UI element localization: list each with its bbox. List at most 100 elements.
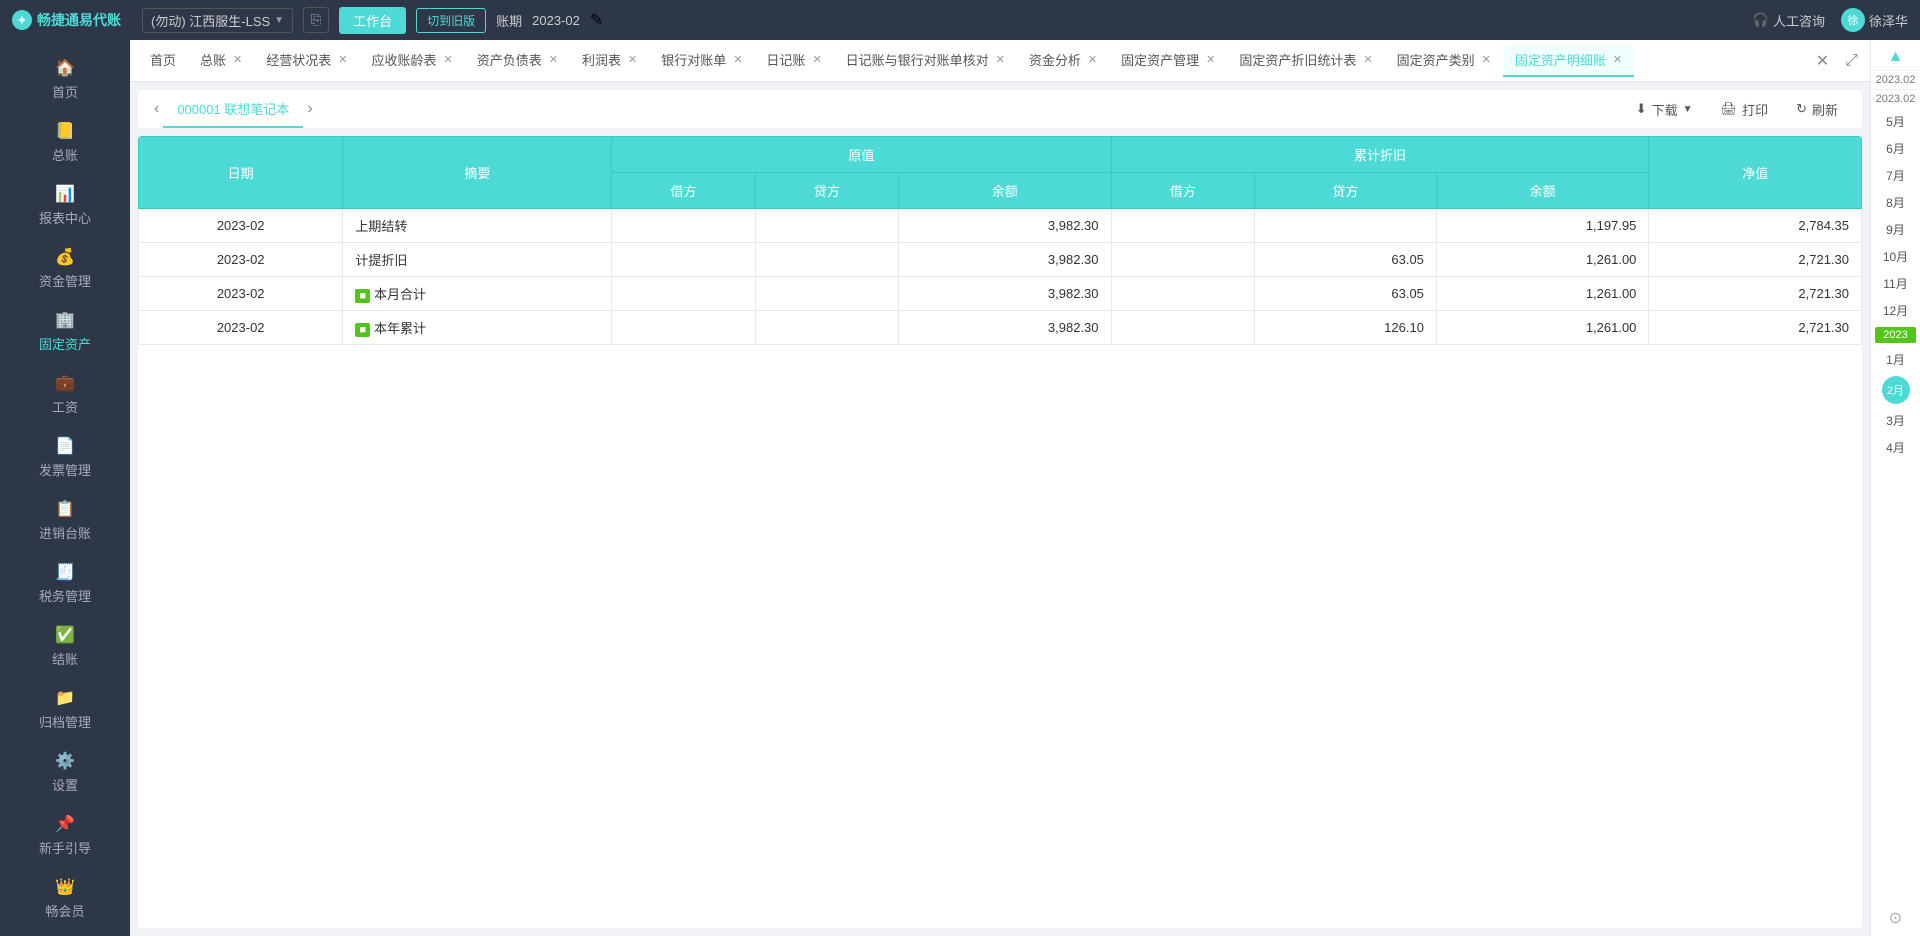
cell-balance: 3,982.30 [899, 311, 1112, 345]
tab-label: 银行对账单 [661, 50, 726, 69]
row-tag: ■ [355, 323, 370, 337]
tab-fixed-cat[interactable]: 固定资产类别 ✕ [1385, 45, 1503, 77]
sidebar-item-capital[interactable]: 💰 资金管理 [0, 237, 130, 300]
service-button[interactable]: 🎧 人工咨询 [1753, 11, 1825, 30]
month-12[interactable]: 12月 [1871, 297, 1920, 324]
sub-tab-prev[interactable]: ‹ [150, 100, 163, 118]
sidebar-item-general[interactable]: 📒 总账 [0, 111, 130, 174]
sidebar-item-invoice[interactable]: 📄 发票管理 [0, 426, 130, 489]
tab-close-icon[interactable]: ✕ [812, 53, 821, 66]
user-name: 徐泽华 [1869, 11, 1908, 30]
sidebar-item-salary[interactable]: 💼 工资 [0, 363, 130, 426]
sub-tab-row: ‹ 000001 联想笔记本 › ⬇ 下载 ▼ 🖨 打印 [138, 90, 1862, 128]
sidebar-item-purchase[interactable]: 📋 进销台账 [0, 489, 130, 552]
sidebar-item-member[interactable]: 👑 畅会员 [0, 867, 130, 930]
workbench-button[interactable]: 工作台 [339, 7, 406, 34]
sidebar-item-fixed[interactable]: 🏢 固定资产 [0, 300, 130, 363]
tab-fixed-mgmt[interactable]: 固定资产管理 ✕ [1109, 45, 1227, 77]
sidebar-item-settle[interactable]: ✅ 结账 [0, 615, 130, 678]
sidebar-item-home[interactable]: 🏠 首页 [0, 48, 130, 111]
tab-home[interactable]: 首页 [138, 45, 188, 77]
tab-close-icon[interactable]: ✕ [1088, 53, 1097, 66]
user-menu[interactable]: 徐 徐泽华 [1841, 8, 1908, 32]
purchase-icon: 📋 [55, 499, 75, 519]
month-7[interactable]: 7月 [1871, 162, 1920, 189]
tab-fixed-detail[interactable]: 固定资产明细账 ✕ [1503, 45, 1634, 77]
tab-balance[interactable]: 资产负债表 ✕ [465, 45, 570, 77]
sidebar-item-archive[interactable]: 📁 归档管理 [0, 678, 130, 741]
row-tag: ■ [355, 289, 370, 303]
cell-dep-credit: 126.10 [1254, 311, 1436, 345]
sub-tab-next[interactable]: › [303, 100, 316, 118]
tab-close-icon[interactable]: ✕ [1613, 53, 1622, 66]
tab-profit[interactable]: 利润表 ✕ [570, 45, 649, 77]
tab-close-icon[interactable]: ✕ [338, 53, 347, 66]
month-5[interactable]: 5月 [1871, 108, 1920, 135]
sidebar-item-label: 资金管理 [39, 271, 91, 290]
print-button[interactable]: 🖨 打印 [1713, 96, 1777, 123]
header-dep-balance: 余额 [1436, 173, 1649, 209]
sidebar-item-reports[interactable]: 📊 报表中心 [0, 174, 130, 237]
month-6[interactable]: 6月 [1871, 135, 1920, 162]
period-edit-icon[interactable]: ✎ [590, 10, 603, 30]
month-4[interactable]: 4月 [1871, 434, 1920, 461]
close-all-tabs-icon[interactable]: ✕ [1812, 49, 1833, 73]
chevron-down-icon: ▼ [274, 15, 284, 26]
tab-close-icon[interactable]: ✕ [628, 53, 637, 66]
cell-credit [755, 311, 898, 345]
sidebar-item-label: 税务管理 [39, 586, 91, 605]
cell-dep-credit [1254, 209, 1436, 243]
sidebar-item-guide[interactable]: 📌 新手引导 [0, 804, 130, 867]
sub-tab-asset[interactable]: 000001 联想笔记本 [163, 90, 303, 128]
tab-label: 固定资产折旧统计表 [1239, 50, 1356, 69]
cell-dep-debit [1111, 209, 1254, 243]
scroll-toggle-icon[interactable]: ⊙ [1885, 904, 1906, 932]
company-selector[interactable]: (勿动) 江西服生-LSS ▼ [142, 8, 293, 33]
month-11[interactable]: 11月 [1871, 270, 1920, 297]
tab-close-icon[interactable]: ✕ [444, 53, 453, 66]
tab-journal[interactable]: 日记账 ✕ [754, 45, 833, 77]
download-button[interactable]: ⬇ 下载 ▼ [1628, 96, 1701, 123]
month-3[interactable]: 3月 [1871, 407, 1920, 434]
month-8[interactable]: 8月 [1871, 189, 1920, 216]
tab-bank[interactable]: 银行对账单 ✕ [649, 45, 754, 77]
month-1[interactable]: 1月 [1871, 346, 1920, 373]
sidebar-item-label: 结账 [52, 649, 78, 668]
tab-general[interactable]: 总账 ✕ [188, 45, 254, 77]
tab-close-icon[interactable]: ✕ [1206, 53, 1215, 66]
cell-dep-credit: 63.05 [1254, 243, 1436, 277]
tab-fixed-dep[interactable]: 固定资产折旧统计表 ✕ [1227, 45, 1384, 77]
tab-close-icon[interactable]: ✕ [996, 53, 1005, 66]
cell-dep-balance: 1,197.95 [1436, 209, 1649, 243]
tab-close-icon[interactable]: ✕ [549, 53, 558, 66]
year-header-2023-1: 2023.02 [1871, 70, 1920, 89]
month-10[interactable]: 10月 [1871, 243, 1920, 270]
tab-close-icon[interactable]: ✕ [233, 53, 242, 66]
old-version-button[interactable]: 切到旧版 [416, 8, 486, 33]
cell-dep-debit [1111, 311, 1254, 345]
header-description: 摘要 [343, 137, 612, 209]
tab-close-icon[interactable]: ✕ [1363, 53, 1372, 66]
company-name: (勿动) 江西服生-LSS [151, 11, 270, 30]
tab-close-icon[interactable]: ✕ [1482, 53, 1491, 66]
tab-receivable[interactable]: 应收账龄表 ✕ [359, 45, 464, 77]
month-2-active[interactable]: 2月 [1882, 376, 1910, 404]
month-9[interactable]: 9月 [1871, 216, 1920, 243]
tab-cashflow[interactable]: 资金分析 ✕ [1017, 45, 1109, 77]
copy-button[interactable]: ⎘ [303, 7, 329, 33]
tab-management[interactable]: 经营状况表 ✕ [254, 45, 359, 77]
tab-bankcheck[interactable]: 日记账与银行对账单核对 ✕ [834, 45, 1017, 77]
sidebar-item-label: 固定资产 [39, 334, 91, 353]
sidebar-item-tax[interactable]: 🧾 税务管理 [0, 552, 130, 615]
sidebar-item-settings[interactable]: ⚙️ 设置 [0, 741, 130, 804]
maximize-icon[interactable]: ⤢ [1841, 50, 1862, 72]
service-label: 人工咨询 [1773, 11, 1825, 30]
scroll-up-icon[interactable]: ▲ [1884, 44, 1908, 70]
period-value: 2023-02 [532, 13, 580, 28]
refresh-button[interactable]: ↻ 刷新 [1788, 96, 1846, 123]
tab-close-icon[interactable]: ✕ [733, 53, 742, 66]
right-panel: ▲ 2023.02 2023.02 5月 6月 7月 8月 9月 10月 11月… [1870, 40, 1920, 936]
sidebar: 🏠 首页 📒 总账 📊 报表中心 💰 资金管理 🏢 固定资产 💼 工资 📄 发票… [0, 40, 130, 936]
table-row: 2023-02 计提折旧 3,982.30 63.05 1,261.00 2,7… [139, 243, 1862, 277]
cell-dep-debit [1111, 277, 1254, 311]
